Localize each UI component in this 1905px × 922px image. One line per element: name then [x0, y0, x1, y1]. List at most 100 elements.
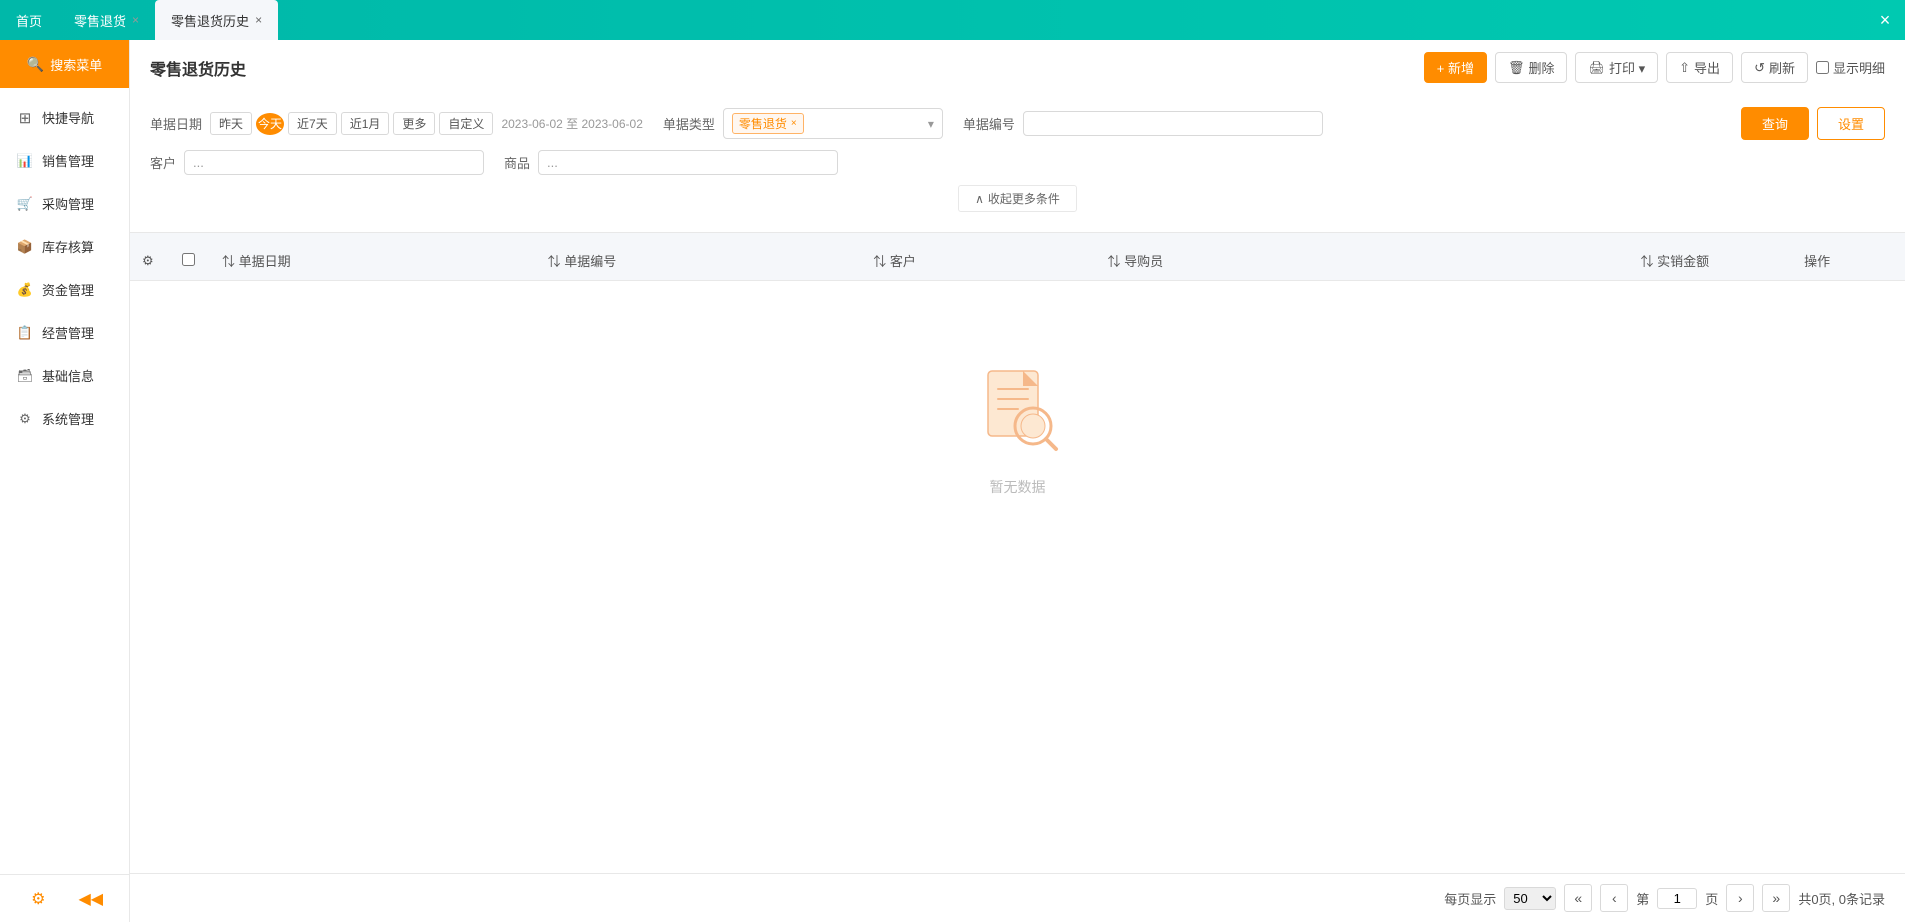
- sidebar-item-quick-nav[interactable]: ⊞ 快捷导航: [0, 96, 129, 139]
- page-number-input[interactable]: [1657, 888, 1697, 909]
- sidebar-settings-button[interactable]: ⚙: [22, 883, 54, 915]
- sidebar-item-inventory[interactable]: 📦 库存核算: [0, 225, 129, 268]
- sales-icon: 📊: [16, 152, 34, 170]
- col-operation: 操作: [1729, 241, 1905, 281]
- goods-placeholder: ...: [547, 155, 558, 170]
- empty-state-text: 暂无数据: [990, 477, 1046, 497]
- page-label: 页: [1705, 889, 1718, 908]
- col-guide: ⇅ 导购员: [1095, 241, 1375, 281]
- filter-row-1: 单据日期 昨天 今天 近7天 近1月 更多 自定义 2023-06-02 至 2…: [150, 107, 1885, 140]
- col-amount: ⇅ 实销金额: [1375, 241, 1729, 281]
- tab-retail-return-label: 零售退货: [74, 11, 126, 30]
- col-settings: ⚙: [130, 241, 170, 281]
- collapse-icon: ∧: [975, 192, 984, 206]
- date-btn-7days[interactable]: 近7天: [288, 112, 337, 135]
- export-icon: ⇧: [1679, 60, 1690, 76]
- finance-icon: 💰: [16, 281, 34, 299]
- new-button[interactable]: + 新增: [1424, 52, 1487, 83]
- query-button[interactable]: 查询: [1741, 107, 1809, 140]
- col-amount-label: ⇅ 实销金额: [1641, 254, 1710, 269]
- customer-label: 客户: [150, 153, 176, 172]
- top-bar: 首页 零售退货 × 零售退货历史 × ×: [0, 0, 1905, 40]
- refresh-button[interactable]: ↺ 刷新: [1741, 52, 1808, 83]
- customer-filter: 客户 ...: [150, 150, 484, 175]
- sidebar-audio-button[interactable]: ◀◀: [75, 883, 107, 915]
- basic-info-icon: 🗃: [16, 367, 34, 385]
- doc-type-tag-close[interactable]: ×: [791, 118, 797, 129]
- filter-row-2: 客户 ... 商品 ...: [150, 150, 1885, 175]
- select-all-checkbox[interactable]: [182, 253, 195, 266]
- doc-type-tag-value: 零售退货: [739, 115, 787, 132]
- sidebar-item-label: 经营管理: [42, 323, 94, 342]
- doc-no-input[interactable]: [1023, 111, 1323, 136]
- col-customer-label: ⇅ 客户: [873, 254, 916, 269]
- doc-type-tag: 零售退货 ×: [732, 113, 804, 134]
- collapse-button[interactable]: ∧ 收起更多条件: [958, 185, 1077, 212]
- prev-page-button[interactable]: ‹: [1600, 884, 1628, 912]
- collapse-label: 收起更多条件: [988, 190, 1060, 207]
- col-guide-label: ⇅ 导购员: [1107, 254, 1163, 269]
- tab-retail-return-close[interactable]: ×: [132, 13, 139, 27]
- customer-placeholder: ...: [193, 155, 204, 170]
- delete-button[interactable]: 🗑 删除: [1495, 52, 1568, 83]
- refresh-icon: ↺: [1754, 60, 1765, 76]
- date-btn-custom[interactable]: 自定义: [439, 112, 493, 135]
- page-actions: + 新增 🗑 删除 🖨 打印 ▾ ⇧ 导出 ↺: [1424, 52, 1885, 83]
- sidebar-item-label: 资金管理: [42, 280, 94, 299]
- date-buttons: 昨天 今天 近7天 近1月 更多 自定义: [210, 112, 493, 135]
- display-toggle-checkbox[interactable]: [1816, 61, 1829, 74]
- table-container: ⚙ ⇅ 单据日期 ⇅ 单据编号 ⇅ 客户: [130, 241, 1905, 873]
- date-btn-1month[interactable]: 近1月: [341, 112, 390, 135]
- page-text: 第: [1636, 889, 1649, 908]
- date-btn-more[interactable]: 更多: [393, 112, 435, 135]
- display-toggle[interactable]: 显示明细: [1816, 58, 1885, 77]
- tab-retail-return[interactable]: 零售退货 ×: [58, 0, 155, 40]
- delete-icon: 🗑: [1508, 60, 1525, 76]
- print-icon: 🖨: [1588, 60, 1605, 76]
- goods-select[interactable]: ...: [538, 150, 838, 175]
- sidebar-item-sales[interactable]: 📊 销售管理: [0, 139, 129, 182]
- pagination-bar: 每页显示 20 50 100 « ‹ 第 页 › » 共0页, 0条记录: [130, 873, 1905, 922]
- col-doc-no: ⇅ 单据编号: [536, 241, 862, 281]
- per-page-label: 每页显示: [1444, 889, 1496, 908]
- doc-type-filter: 单据类型 零售退货 × ▾: [663, 108, 943, 139]
- window-close-button[interactable]: ×: [1865, 0, 1905, 40]
- setting-button[interactable]: 设置: [1817, 107, 1885, 140]
- per-page-select[interactable]: 20 50 100: [1504, 887, 1556, 910]
- sidebar-item-label: 库存核算: [42, 237, 94, 256]
- total-text: 共0页, 0条记录: [1798, 889, 1885, 908]
- purchase-icon: 🛒: [16, 195, 34, 213]
- sidebar-item-operations[interactable]: 📋 经营管理: [0, 311, 129, 354]
- print-button[interactable]: 🖨 打印 ▾: [1575, 52, 1658, 83]
- tab-home-label: 首页: [16, 11, 42, 30]
- next-page-button[interactable]: ›: [1726, 884, 1754, 912]
- sidebar-item-purchase[interactable]: 🛒 采购管理: [0, 182, 129, 225]
- export-button[interactable]: ⇧ 导出: [1666, 52, 1733, 83]
- tab-retail-return-history-close[interactable]: ×: [255, 13, 262, 27]
- date-btn-today[interactable]: 今天: [256, 113, 284, 135]
- date-btn-yesterday[interactable]: 昨天: [210, 112, 252, 135]
- sidebar-item-system[interactable]: ⚙ 系统管理: [0, 397, 129, 440]
- content-area: 零售退货历史 + 新增 🗑 删除 🖨 打印 ▾ ⇧ 导出: [130, 40, 1905, 922]
- quick-nav-icon: ⊞: [16, 109, 34, 127]
- sidebar-search-label: 搜索菜单: [50, 55, 102, 74]
- sidebar-item-label: 系统管理: [42, 409, 94, 428]
- col-doc-date-label: ⇅ 单据日期: [222, 254, 291, 269]
- tab-home[interactable]: 首页: [0, 0, 58, 40]
- col-checkbox: [170, 241, 210, 281]
- empty-state-icon: [968, 361, 1068, 461]
- sidebar-search[interactable]: 🔍 搜索菜单: [0, 40, 129, 88]
- display-toggle-label: 显示明细: [1833, 58, 1885, 77]
- print-label: 打印 ▾: [1609, 58, 1645, 77]
- sidebar-item-basic-info[interactable]: 🗃 基础信息: [0, 354, 129, 397]
- doc-type-select[interactable]: 零售退货 × ▾: [723, 108, 943, 139]
- first-page-button[interactable]: «: [1564, 884, 1592, 912]
- system-icon: ⚙: [16, 410, 34, 428]
- sidebar-item-finance[interactable]: 💰 资金管理: [0, 268, 129, 311]
- settings-icon[interactable]: ⚙: [142, 253, 154, 268]
- tab-retail-return-history[interactable]: 零售退货历史 ×: [155, 0, 278, 40]
- last-page-button[interactable]: »: [1762, 884, 1790, 912]
- customer-select[interactable]: ...: [184, 150, 484, 175]
- sidebar-item-label: 快捷导航: [42, 108, 94, 127]
- date-range-text: 2023-06-02 至 2023-06-02: [501, 115, 642, 132]
